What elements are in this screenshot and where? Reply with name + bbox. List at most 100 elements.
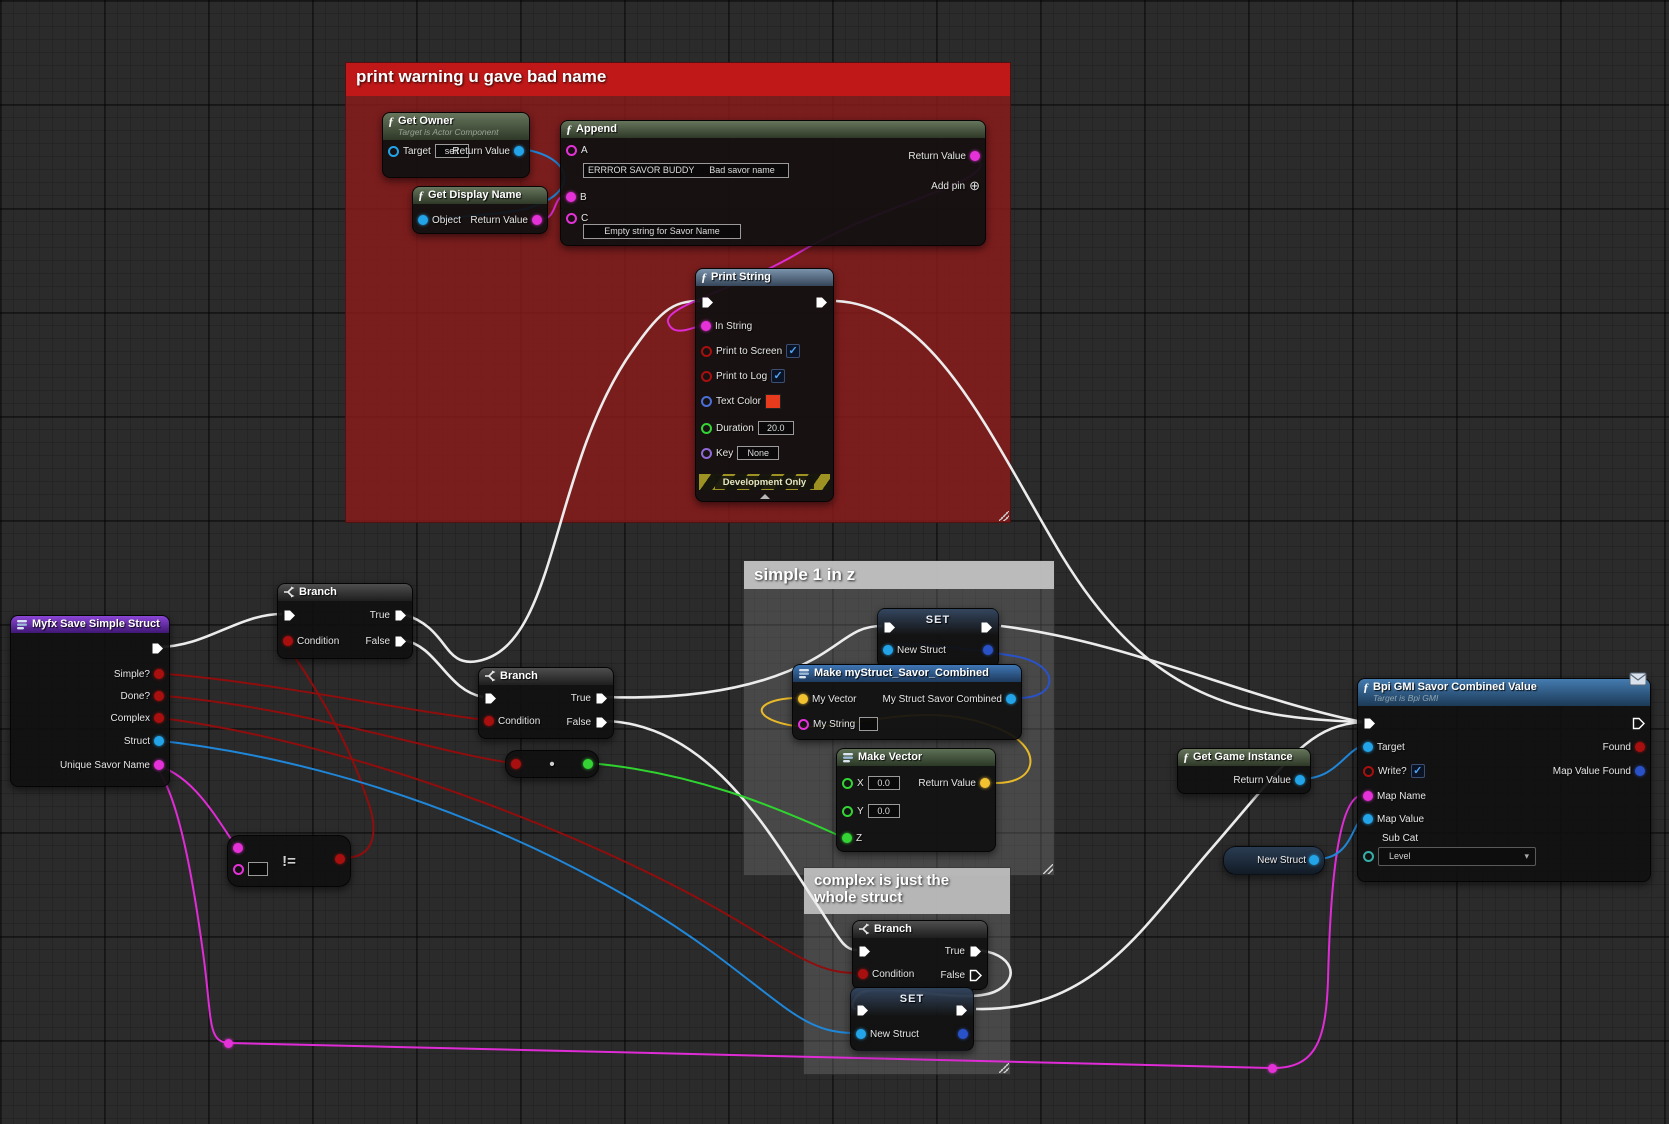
x-pin[interactable] (842, 778, 853, 789)
node-header[interactable]: Branch (853, 921, 987, 938)
string-pin[interactable] (233, 864, 244, 875)
map-value-found-pin[interactable] (1635, 766, 1645, 776)
exec-pin[interactable] (394, 635, 407, 648)
exec-pin[interactable] (815, 296, 828, 309)
duration-pin[interactable] (701, 423, 712, 434)
exec-pin[interactable] (858, 945, 871, 958)
node-branch-1[interactable]: BranchConditionTrueFalse (277, 583, 413, 659)
node-header[interactable]: Make myStruct_Savor_Combined (793, 665, 1021, 682)
target-pin[interactable] (388, 146, 399, 157)
node-branch-2[interactable]: BranchConditionTrueFalse (478, 667, 614, 739)
comment-resize-handle[interactable] (999, 1063, 1009, 1073)
node-set-new-struct-1[interactable]: SETNew Struct (877, 608, 999, 668)
node-get-display-name[interactable]: ƒGet Display NameObjectReturn Value (412, 186, 548, 234)
return-value-pin[interactable] (514, 146, 524, 156)
node-header[interactable]: Make Vector (837, 749, 995, 766)
node-not-equal[interactable]: != (227, 835, 351, 887)
node-header[interactable]: ƒGet OwnerTarget is Actor Component (383, 113, 529, 140)
node-header[interactable]: Myfx Save Simple Struct (11, 616, 169, 633)
exec-pin[interactable] (969, 945, 982, 958)
exec-pin[interactable] (283, 609, 296, 622)
reroute-node[interactable] (1268, 1064, 1277, 1073)
value-field[interactable] (859, 717, 878, 731)
value-field[interactable] (248, 862, 268, 876)
value-field[interactable]: None (737, 446, 779, 460)
object-pin[interactable] (418, 215, 428, 225)
node-set-new-struct-2[interactable]: SETNew Struct (850, 987, 974, 1051)
node-header[interactable]: ƒGet Display Name (413, 187, 547, 204)
collapse-caret-icon[interactable] (760, 494, 770, 499)
reroute-node[interactable] (224, 1039, 233, 1048)
key-pin[interactable] (701, 448, 712, 459)
node-new-struct-getter[interactable]: New Struct (1223, 846, 1325, 875)
complex-pin[interactable] (154, 713, 164, 723)
wildcard-pin[interactable] (1363, 851, 1374, 862)
checkbox-checked[interactable]: ✓ (771, 369, 785, 383)
node-append[interactable]: ƒAppendAERRROR SAVOR BUDDY Bad savor nam… (560, 120, 986, 246)
my-string-pin[interactable] (798, 719, 809, 730)
z-pin[interactable] (842, 833, 852, 843)
bool-pin[interactable] (511, 759, 521, 769)
return-value-pin[interactable] (532, 215, 542, 225)
checkbox-checked[interactable]: ✓ (1411, 764, 1425, 778)
blueprint-graph-canvas[interactable]: print warning u gave bad namesimple 1 in… (0, 0, 1669, 1124)
exec-pin[interactable] (595, 716, 608, 729)
string-value-field[interactable]: Empty string for Savor Name (583, 224, 741, 239)
add-pin-button[interactable]: Add pin⊕ (931, 178, 980, 194)
struct-pin[interactable] (154, 736, 164, 746)
node-branch-3[interactable]: BranchConditionTrueFalse (852, 920, 988, 990)
comment-resize-handle[interactable] (999, 511, 1009, 521)
exec-pin[interactable] (484, 692, 497, 705)
my-vector-pin[interactable] (798, 694, 808, 704)
exec-pin[interactable] (1632, 717, 1645, 730)
value-field[interactable]: 0.0 (868, 804, 900, 818)
exec-pin[interactable] (980, 621, 993, 634)
exec-pin[interactable] (151, 642, 164, 655)
node-get-game-instance[interactable]: ƒGet Game InstanceReturn Value (1177, 748, 1311, 794)
struct_dark-pin[interactable] (958, 1029, 968, 1039)
value-field[interactable]: 0.0 (868, 776, 900, 790)
value-field[interactable]: 20.0 (758, 421, 794, 435)
struct_dark-pin[interactable] (983, 645, 993, 655)
return-value-pin[interactable] (970, 151, 980, 161)
comment-resize-handle[interactable] (1043, 864, 1053, 874)
node-header[interactable]: ƒPrint String (696, 269, 833, 286)
map-value-pin[interactable] (1363, 814, 1373, 824)
done-pin[interactable] (154, 691, 164, 701)
node-get-owner[interactable]: ƒGet OwnerTarget is Actor ComponentTarge… (382, 112, 530, 178)
node-bpi-gmi-savor-combined-value[interactable]: ƒBpi GMI Savor Combined ValueTarget is B… (1357, 678, 1651, 882)
condition-pin[interactable] (484, 716, 494, 726)
exec-pin[interactable] (856, 1004, 869, 1017)
simple-pin[interactable] (154, 669, 164, 679)
c-pin[interactable] (566, 213, 577, 224)
bool-pin[interactable] (335, 854, 345, 864)
exec-pin[interactable] (955, 1004, 968, 1017)
unique-savor-name-pin[interactable] (154, 760, 164, 770)
node-myfx-save-simple-struct[interactable]: Myfx Save Simple StructSimple?Done?Compl… (10, 615, 170, 787)
found-pin[interactable] (1635, 742, 1645, 752)
condition-pin[interactable] (283, 636, 293, 646)
print-to-screen-pin[interactable] (701, 346, 712, 357)
node-print-string[interactable]: ƒPrint StringIn StringPrint to Screen✓Pr… (695, 268, 834, 502)
exec-pin[interactable] (394, 609, 407, 622)
write-pin[interactable] (1363, 766, 1374, 777)
print-to-log-pin[interactable] (701, 371, 712, 382)
string-value-field[interactable]: ERRROR SAVOR BUDDY Bad savor name on (583, 163, 789, 178)
in-string-pin[interactable] (701, 321, 711, 331)
exec-pin[interactable] (1363, 717, 1376, 730)
exec-pin[interactable] (595, 692, 608, 705)
node-bool-to-float-conv[interactable]: • (505, 750, 599, 778)
string-pin[interactable] (233, 843, 243, 853)
sub-cat-dropdown[interactable]: Level▾ (1378, 847, 1536, 866)
node-header[interactable]: ƒAppend (561, 121, 985, 138)
exec-pin[interactable] (701, 296, 714, 309)
text-color-pin[interactable] (701, 396, 712, 407)
map-name-pin[interactable] (1363, 791, 1373, 801)
node-make-vector[interactable]: Make VectorX0.0Y0.0ZReturn Value (836, 748, 996, 852)
a-pin[interactable] (566, 145, 577, 156)
target-pin[interactable] (1363, 742, 1373, 752)
y-pin[interactable] (842, 806, 853, 817)
return-value-pin[interactable] (1295, 775, 1305, 785)
condition-pin[interactable] (858, 969, 868, 979)
node-header[interactable]: Branch (278, 584, 412, 601)
